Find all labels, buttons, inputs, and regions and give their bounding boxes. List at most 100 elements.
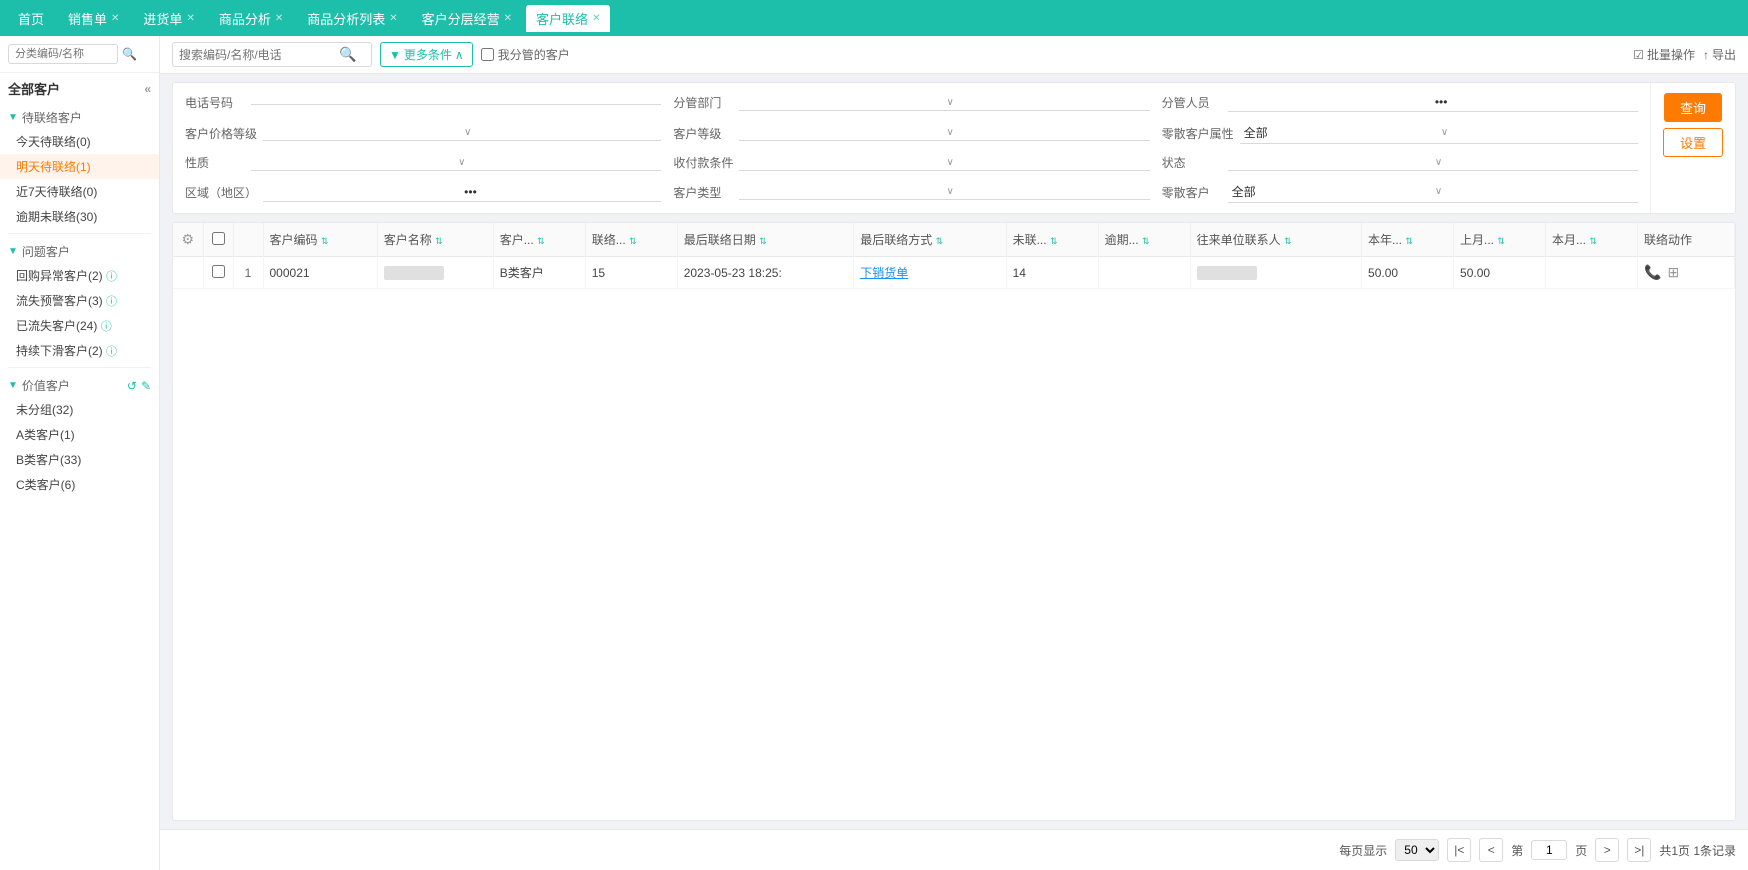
row-lastmethod[interactable]: 下销货单: [854, 257, 1006, 289]
nav-customer-contact-close[interactable]: ✕: [592, 13, 600, 24]
last-page-btn[interactable]: >|: [1627, 838, 1651, 862]
row-checkbox[interactable]: [212, 265, 225, 278]
sidebar-group-pending[interactable]: ▼ 待联络客户: [0, 104, 159, 129]
sidebar-search-icon[interactable]: 🔍: [122, 47, 137, 61]
col-thismonth-sort-icon[interactable]: ⇅: [1589, 236, 1597, 246]
col-overdue-sort-icon[interactable]: ⇅: [1142, 236, 1150, 246]
sidebar-item-tomorrow-contact[interactable]: 明天待联络(1): [0, 154, 159, 179]
first-page-btn[interactable]: |<: [1447, 838, 1471, 862]
value-refresh-icon[interactable]: ↺: [127, 379, 137, 393]
col-lastdate-sort-icon[interactable]: ⇅: [759, 236, 767, 246]
filter-retail-attr-select[interactable]: 全部 ∨: [1240, 122, 1638, 144]
col-code-header[interactable]: 客户编码 ⇅: [263, 223, 377, 257]
sidebar-item-class-a[interactable]: A类客户(1): [0, 422, 159, 447]
filter-customer-level: 客户等级 ∨: [673, 125, 1149, 142]
filter-person-select[interactable]: •••: [1228, 93, 1638, 112]
sidebar-item-churn-warning[interactable]: 流失预警客户(3) ⓘ: [0, 288, 159, 313]
prev-page-btn[interactable]: <: [1479, 838, 1503, 862]
col-type-header[interactable]: 客户... ⇅: [493, 223, 585, 257]
nav-customer-contact[interactable]: 客户联络 ✕: [526, 5, 610, 32]
sidebar-all-customers[interactable]: 全部客户 «: [0, 73, 159, 104]
gear-icon[interactable]: ⚙: [181, 231, 194, 247]
sidebar-item-class-b[interactable]: B类客户(33): [0, 447, 159, 472]
nav-customer-tier[interactable]: 客户分层经营 ✕: [412, 5, 522, 32]
filter-more-btn[interactable]: ▼ 更多条件 ∧: [380, 42, 473, 67]
sidebar-item-ungrouped[interactable]: 未分组(32): [0, 397, 159, 422]
my-customers-checkbox[interactable]: 我分管的客户: [481, 46, 570, 63]
action-grid-icon[interactable]: ⊞: [1667, 264, 1679, 281]
filter-phone-input[interactable]: [251, 100, 661, 105]
col-unitcontact-header[interactable]: 往来单位联系人 ⇅: [1190, 223, 1361, 257]
page-size-select[interactable]: 50: [1395, 839, 1439, 861]
filter-dept-select[interactable]: ∨: [739, 95, 1149, 111]
col-overdue-header[interactable]: 逾期... ⇅: [1098, 223, 1190, 257]
col-thisyear-sort-icon[interactable]: ⇅: [1405, 236, 1413, 246]
nav-analysis-close[interactable]: ✕: [275, 13, 283, 24]
sidebar-search-input[interactable]: [8, 44, 118, 64]
sidebar-item-declining[interactable]: 持续下滑客户(2) ⓘ: [0, 338, 159, 363]
col-lastmethod-header[interactable]: 最后联络方式 ⇅: [854, 223, 1006, 257]
filter-retail-select[interactable]: 全部 ∨: [1228, 181, 1638, 203]
col-lastmethod-sort-icon[interactable]: ⇅: [936, 236, 944, 246]
col-thismonth-header[interactable]: 本月... ⇅: [1546, 223, 1638, 257]
col-lastdate-header[interactable]: 最后联络日期 ⇅: [677, 223, 854, 257]
toolbar-search-icon[interactable]: 🔍: [339, 46, 356, 63]
toolbar-search-input[interactable]: [179, 48, 339, 62]
nav-analysis-list[interactable]: 商品分析列表 ✕: [297, 5, 407, 32]
region-dots-icon[interactable]: •••: [464, 185, 657, 199]
row-lastmethod-link[interactable]: 下销货单: [860, 266, 908, 280]
next-page-btn[interactable]: >: [1595, 838, 1619, 862]
nav-purchase-close[interactable]: ✕: [186, 13, 194, 24]
nav-purchase[interactable]: 进货单 ✕: [133, 5, 204, 32]
query-button[interactable]: 查询: [1664, 93, 1722, 122]
nav-sales-close[interactable]: ✕: [111, 13, 119, 24]
row-check[interactable]: [203, 257, 233, 289]
col-name-sort-icon[interactable]: ⇅: [435, 236, 443, 246]
col-thisyear-header[interactable]: 本年... ⇅: [1362, 223, 1454, 257]
nav-sales[interactable]: 销售单 ✕: [58, 5, 129, 32]
col-lastmonth-header[interactable]: 上月... ⇅: [1454, 223, 1546, 257]
nav-home[interactable]: 首页: [8, 5, 54, 32]
page-number-input[interactable]: [1531, 840, 1567, 860]
value-edit-icon[interactable]: ✎: [141, 379, 151, 393]
person-dots-icon[interactable]: •••: [1435, 95, 1634, 109]
sidebar-group-value[interactable]: ▼ 价值客户 ↺ ✎: [0, 372, 159, 397]
col-name-header[interactable]: 客户名称 ⇅: [377, 223, 493, 257]
sidebar-item-repurchase[interactable]: 回购异常客户(2) ⓘ: [0, 263, 159, 288]
sidebar-item-class-c[interactable]: C类客户(6): [0, 472, 159, 497]
nav-analysis[interactable]: 商品分析 ✕: [209, 5, 293, 32]
col-contacts-header[interactable]: 联络... ⇅: [585, 223, 677, 257]
action-phone-icon[interactable]: 📞: [1644, 264, 1661, 281]
my-customers-check[interactable]: [481, 48, 494, 61]
batch-op-btn[interactable]: ☑ 批量操作: [1633, 46, 1695, 63]
settings-button[interactable]: 设置: [1663, 128, 1723, 157]
sidebar-search-area: 🔍: [0, 36, 159, 73]
col-contacts-sort-icon[interactable]: ⇅: [629, 236, 637, 246]
filter-customer-level-select[interactable]: ∨: [739, 125, 1149, 141]
select-all-checkbox[interactable]: [212, 232, 225, 245]
col-type-sort-icon[interactable]: ⇅: [537, 236, 545, 246]
nav-customer-tier-close[interactable]: ✕: [504, 13, 512, 24]
sidebar-item-churned[interactable]: 已流失客户(24) ⓘ: [0, 313, 159, 338]
filter-region-select[interactable]: •••: [263, 183, 661, 202]
nav-analysis-list-close[interactable]: ✕: [389, 13, 397, 24]
col-uncontacted-sort-icon[interactable]: ⇅: [1050, 236, 1058, 246]
sidebar-collapse-icon[interactable]: «: [144, 82, 151, 96]
sidebar-item-week-contact[interactable]: 近7天待联络(0): [0, 179, 159, 204]
sidebar-item-overdue-contact[interactable]: 逾期未联络(30): [0, 204, 159, 229]
filter-nature-select[interactable]: ∨: [251, 155, 661, 171]
filter-customer-type-select[interactable]: ∨: [739, 184, 1149, 200]
col-check-header[interactable]: [203, 223, 233, 257]
col-lastmonth-sort-icon[interactable]: ⇅: [1497, 236, 1505, 246]
filter-status-select[interactable]: ∨: [1228, 155, 1638, 171]
filter-payment-select[interactable]: ∨: [739, 155, 1149, 171]
export-btn[interactable]: ↑ 导出: [1703, 46, 1736, 63]
col-unitcontact-sort-icon[interactable]: ⇅: [1284, 236, 1292, 246]
col-gear-header[interactable]: ⚙: [173, 223, 203, 257]
col-code-sort-icon[interactable]: ⇅: [321, 236, 329, 246]
filter-price-level-select[interactable]: ∨: [263, 125, 661, 141]
filter-icon: ▼: [389, 48, 401, 62]
sidebar-item-today-contact[interactable]: 今天待联络(0): [0, 129, 159, 154]
sidebar-group-problem[interactable]: ▼ 问题客户: [0, 238, 159, 263]
col-uncontacted-header[interactable]: 未联... ⇅: [1006, 223, 1098, 257]
